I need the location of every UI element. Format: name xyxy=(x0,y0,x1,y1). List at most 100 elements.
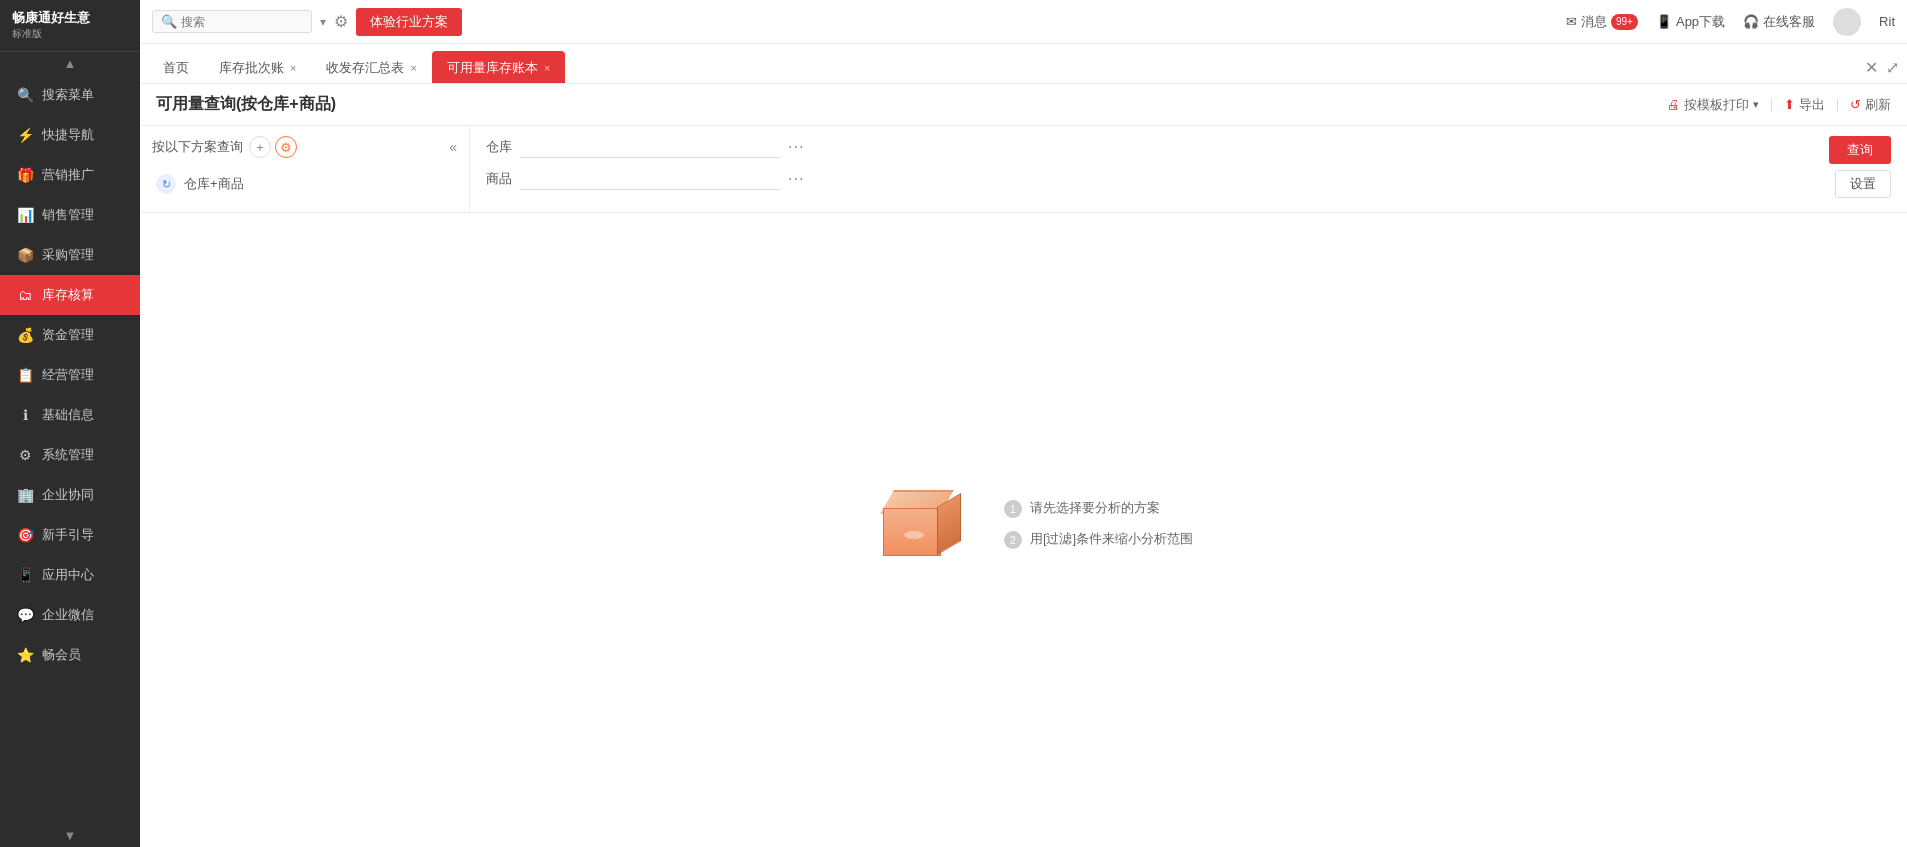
tab-home[interactable]: 首页 xyxy=(148,51,204,83)
sidebar-scroll-up[interactable]: ▲ xyxy=(0,52,140,75)
goods-dots-btn[interactable]: ··· xyxy=(788,170,804,188)
sidebar-item-label: 系统管理 xyxy=(42,446,94,464)
app-download-label: App下载 xyxy=(1676,13,1725,31)
empty-illustration xyxy=(854,470,974,590)
sidebar-item-inventory[interactable]: 🗂 库存核算 xyxy=(0,275,140,315)
sidebar-item-member[interactable]: ⭐ 畅会员 xyxy=(0,635,140,675)
filter-scheme-config-btn[interactable]: ⚙ xyxy=(275,136,297,158)
sidebar-item-label: 企业协同 xyxy=(42,486,94,504)
sidebar-item-enterprise[interactable]: 🏢 企业协同 xyxy=(0,475,140,515)
tab-expand-btn[interactable]: ⤢ xyxy=(1886,58,1899,77)
tab-batch[interactable]: 库存批次账 × xyxy=(204,51,311,83)
scheme-item-warehouse-goods[interactable]: ↻ 仓库+商品 xyxy=(140,166,469,202)
user-avatar[interactable] xyxy=(1833,8,1861,36)
settings-button[interactable]: 设置 xyxy=(1835,170,1891,198)
empty-text-block: 1 请先选择要分析的方案 2 用[过滤]条件来缩小分析范围 xyxy=(1004,499,1193,561)
sidebar-scroll-down[interactable]: ▼ xyxy=(0,824,140,847)
filter-scheme-add-btn[interactable]: + xyxy=(249,136,271,158)
warehouse-input[interactable] xyxy=(520,136,780,158)
print-icon: 🖨 xyxy=(1667,97,1680,112)
box-front-face xyxy=(883,508,941,556)
username-label[interactable]: Rit xyxy=(1879,14,1895,29)
goods-label: 商品 xyxy=(486,170,512,188)
shortcut-icon: ⚡ xyxy=(16,126,34,144)
phone-icon: 📱 xyxy=(16,566,34,584)
sidebar-item-label: 销售管理 xyxy=(42,206,94,224)
print-label: 按模板打印 xyxy=(1684,96,1749,114)
headset-icon: 🎧 xyxy=(1743,14,1759,29)
gift-icon: 🎁 xyxy=(16,166,34,184)
sidebar-item-search[interactable]: 🔍 搜索菜单 xyxy=(0,75,140,115)
sidebar-item-purchase[interactable]: 📦 采购管理 xyxy=(0,235,140,275)
header-trial-btn[interactable]: 体验行业方案 xyxy=(356,8,462,36)
export-action[interactable]: ⬆ 导出 xyxy=(1784,96,1825,114)
customer-service-action[interactable]: 🎧 在线客服 xyxy=(1743,13,1815,31)
tab-summary[interactable]: 收发存汇总表 × xyxy=(311,51,431,83)
print-dropdown-icon: ▾ xyxy=(1753,98,1759,111)
tab-bar: 首页 库存批次账 × 收发存汇总表 × 可用量库存账本 × ✕ ⤢ xyxy=(140,44,1907,84)
sidebar-item-label: 快捷导航 xyxy=(42,126,94,144)
warehouse-dots-btn[interactable]: ··· xyxy=(788,138,804,156)
messages-action[interactable]: ✉ 消息 99+ xyxy=(1566,13,1638,31)
clipboard-icon: 📋 xyxy=(16,366,34,384)
sidebar-item-shortcut[interactable]: ⚡ 快捷导航 xyxy=(0,115,140,155)
app-download-action[interactable]: 📱 App下载 xyxy=(1656,13,1725,31)
header-gear-btn[interactable]: ⚙ xyxy=(334,12,348,31)
divider-1 xyxy=(1771,98,1772,112)
money-icon: 💰 xyxy=(16,326,34,344)
refresh-action[interactable]: ↺ 刷新 xyxy=(1850,96,1891,114)
tab-bar-actions: ✕ ⤢ xyxy=(1865,58,1899,83)
header-dropdown-btn[interactable]: ▾ xyxy=(320,15,326,29)
sidebar-item-marketing[interactable]: 🎁 营销推广 xyxy=(0,155,140,195)
filter-area: 按以下方案查询 + ⚙ « ↻ 仓库+商品 xyxy=(140,126,1907,213)
header-search-box[interactable]: 🔍 xyxy=(152,10,312,33)
sidebar-item-label: 企业微信 xyxy=(42,606,94,624)
sidebar-item-system[interactable]: ⚙ 系统管理 xyxy=(0,435,140,475)
sidebar: 畅康通好生意 标准版 ▲ 🔍 搜索菜单 ⚡ 快捷导航 🎁 营销推广 📊 销售管理… xyxy=(0,0,140,847)
tab-batch-close[interactable]: × xyxy=(290,62,296,74)
app-title: 畅康通好生意 xyxy=(12,10,128,27)
filter-scheme-actions: + ⚙ xyxy=(249,136,297,158)
tab-available-label: 可用量库存账本 xyxy=(447,59,538,77)
filter-field-warehouse: 仓库 ··· xyxy=(486,136,804,158)
messages-badge: 99+ xyxy=(1611,14,1638,30)
print-action[interactable]: 🖨 按模板打印 ▾ xyxy=(1667,96,1759,114)
sidebar-item-label: 资金管理 xyxy=(42,326,94,344)
sidebar-item-label: 采购管理 xyxy=(42,246,94,264)
page-title: 可用量查询(按仓库+商品) xyxy=(156,94,336,115)
sidebar-item-wechat[interactable]: 💬 企业微信 xyxy=(0,595,140,635)
sidebar-item-label: 营销推广 xyxy=(42,166,94,184)
empty-state: 1 请先选择要分析的方案 2 用[过滤]条件来缩小分析范围 xyxy=(140,213,1907,847)
sidebar-item-sales[interactable]: 📊 销售管理 xyxy=(0,195,140,235)
sidebar-item-appstore[interactable]: 📱 应用中心 xyxy=(0,555,140,595)
goods-input[interactable] xyxy=(520,168,780,190)
gear-icon: ⚙ xyxy=(16,446,34,464)
info-icon: ℹ xyxy=(16,406,34,424)
query-button[interactable]: 查询 xyxy=(1829,136,1891,164)
search-icon: 🔍 xyxy=(16,86,34,104)
export-icon: ⬆ xyxy=(1784,97,1795,112)
tab-summary-close[interactable]: × xyxy=(410,62,416,74)
sidebar-item-label: 畅会员 xyxy=(42,646,81,664)
sidebar-item-operation[interactable]: 📋 经营管理 xyxy=(0,355,140,395)
tab-available-close[interactable]: × xyxy=(544,62,550,74)
tab-home-label: 首页 xyxy=(163,59,189,77)
sidebar-item-finance[interactable]: 💰 资金管理 xyxy=(0,315,140,355)
tab-available[interactable]: 可用量库存账本 × xyxy=(432,51,565,83)
inventory-icon: 🗂 xyxy=(16,286,34,304)
sidebar-item-label: 经营管理 xyxy=(42,366,94,384)
sidebar-item-guide[interactable]: 🎯 新手引导 xyxy=(0,515,140,555)
customer-service-label: 在线客服 xyxy=(1763,13,1815,31)
page-title-actions: 🖨 按模板打印 ▾ ⬆ 导出 ↺ 刷新 xyxy=(1667,96,1891,114)
filter-actions-right: 查询 设置 xyxy=(1813,126,1907,212)
building-icon: 🏢 xyxy=(16,486,34,504)
sidebar-item-label: 库存核算 xyxy=(42,286,94,304)
header-search-input[interactable] xyxy=(181,15,281,29)
filter-collapse-btn[interactable]: « xyxy=(449,139,457,155)
messages-label: 消息 xyxy=(1581,13,1607,31)
step-text-2: 用[过滤]条件来缩小分析范围 xyxy=(1030,530,1193,548)
tab-close-all-btn[interactable]: ✕ xyxy=(1865,58,1878,77)
sidebar-item-basic[interactable]: ℹ 基础信息 xyxy=(0,395,140,435)
chart-icon: 📊 xyxy=(16,206,34,224)
star-icon: ⭐ xyxy=(16,646,34,664)
